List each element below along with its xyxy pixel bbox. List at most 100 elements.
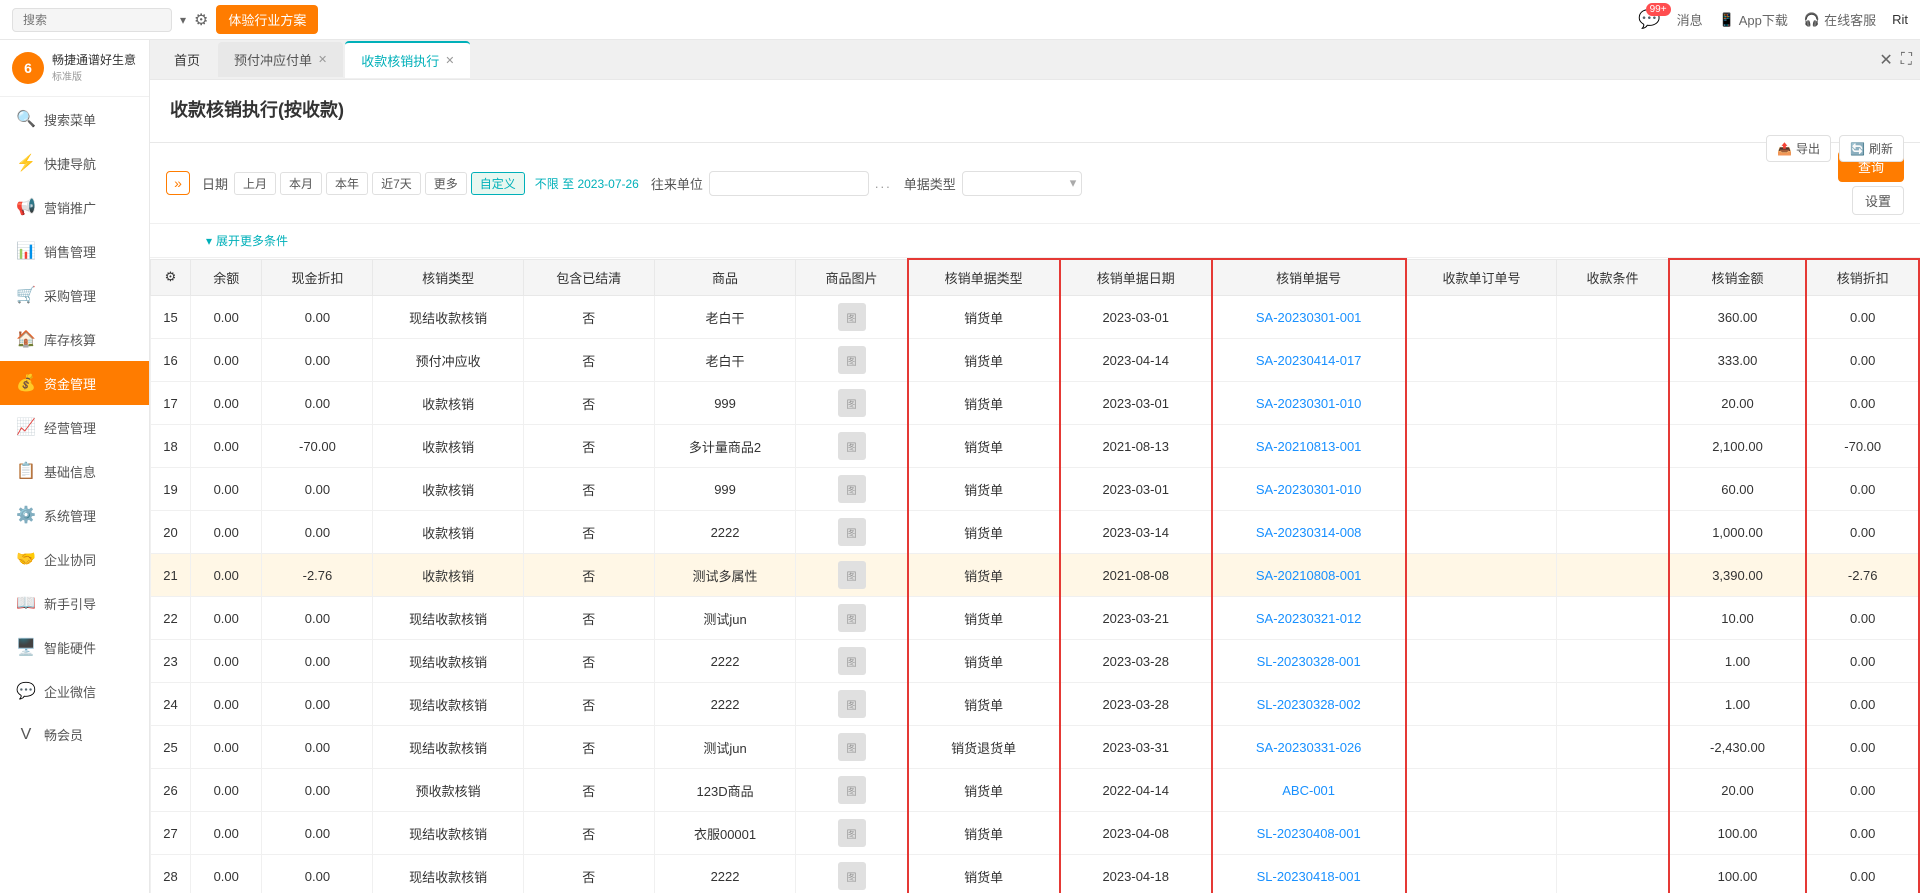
hardware-icon: 🖥️ (16, 637, 36, 657)
export-label: 导出 (1796, 140, 1820, 157)
bill-no-link[interactable]: SA-20230314-008 (1256, 525, 1362, 540)
tab-verify[interactable]: 收款核销执行 ✕ (345, 41, 470, 78)
cell-verify-bill-no[interactable]: SL-20230408-001 (1212, 812, 1406, 855)
cell-cash-discount: 0.00 (262, 683, 373, 726)
cell-cash-discount: 0.00 (262, 855, 373, 893)
bill-no-link[interactable]: SA-20230301-010 (1256, 482, 1362, 497)
voucher-type-filter-group: 单据类型 ▾ (904, 171, 1077, 196)
goods-image: 图 (838, 604, 866, 632)
tab-prepay[interactable]: 预付冲应付单 ✕ (218, 42, 343, 77)
cell-verify-bill-no[interactable]: SL-20230328-002 (1212, 683, 1406, 726)
custom-date-btn[interactable]: 自定义 (471, 172, 525, 195)
sidebar-item-purchase[interactable]: 🛒 采购管理 (0, 273, 149, 317)
cell-verify-bill-no[interactable]: SL-20230328-001 (1212, 640, 1406, 683)
search-input[interactable] (12, 8, 172, 32)
expand-more-button[interactable]: ▾ 展开更多条件 (206, 228, 1864, 253)
sidebar-item-system[interactable]: ⚙️ 系统管理 (0, 493, 149, 537)
cell-verify-bill-date: 2023-04-18 (1060, 855, 1212, 893)
bill-no-link[interactable]: SA-20230301-001 (1256, 310, 1362, 325)
settings-button[interactable]: 设置 (1852, 186, 1904, 215)
cell-goods: 2222 (654, 640, 796, 683)
sidebar-item-finance[interactable]: 💰 资金管理 (0, 361, 149, 405)
cell-include-settled: 否 (523, 769, 654, 812)
sidebar-item-wechat[interactable]: 💬 企业微信 (0, 669, 149, 713)
col-settings[interactable]: ⚙ (151, 259, 191, 296)
cell-verify-bill-no[interactable]: SA-20230321-012 (1212, 597, 1406, 640)
cell-verify-bill-no[interactable]: ABC-001 (1212, 769, 1406, 812)
cell-verify-bill-no[interactable]: SA-20230301-010 (1212, 468, 1406, 511)
cell-verify-discount: 0.00 (1806, 640, 1919, 683)
chevron-down-icon[interactable]: ▾ (180, 13, 186, 27)
cell-goods: 2222 (654, 511, 796, 554)
cell-goods-image: 图 (796, 339, 908, 382)
page-title: 收款核销执行(按收款) (170, 96, 1900, 122)
sidebar-item-vip[interactable]: V 畅会员 (0, 713, 149, 756)
sidebar-item-quicknav[interactable]: ⚡ 快捷导航 (0, 141, 149, 185)
cell-cash-discount: 0.00 (262, 382, 373, 425)
cell-verify-bill-no[interactable]: SA-20210808-001 (1212, 554, 1406, 597)
sidebar-item-guide[interactable]: 📖 新手引导 (0, 581, 149, 625)
bill-no-link[interactable]: SA-20210808-001 (1256, 568, 1362, 583)
bill-no-link[interactable]: ABC-001 (1282, 783, 1335, 798)
cell-verify-bill-no[interactable]: SA-20230331-026 (1212, 726, 1406, 769)
tab-home[interactable]: 首页 (158, 42, 216, 77)
sidebar-item-operation[interactable]: 📈 经营管理 (0, 405, 149, 449)
bill-no-link[interactable]: SA-20230331-026 (1256, 740, 1362, 755)
logo-sub: 标准版 (52, 68, 136, 83)
online-service-button[interactable]: 🎧 在线客服 (1804, 10, 1876, 29)
message-label[interactable]: 消息 (1677, 10, 1703, 29)
cell-verify-bill-no[interactable]: SA-20210813-001 (1212, 425, 1406, 468)
cell-verify-bill-no[interactable]: SA-20230314-008 (1212, 511, 1406, 554)
table-row: 27 0.00 0.00 现结收款核销 否 衣服00001 图 销货单 2023… (151, 812, 1920, 855)
bill-no-link[interactable]: SA-20230414-017 (1256, 353, 1362, 368)
refresh-button[interactable]: 🔄 刷新 (1839, 135, 1904, 162)
customer-filter-group: 往来单位 ... (651, 171, 892, 196)
bill-no-link[interactable]: SA-20230301-010 (1256, 396, 1362, 411)
tab-prepay-close[interactable]: ✕ (318, 53, 327, 66)
voucher-type-select[interactable] (962, 171, 1082, 196)
app-download-button[interactable]: 📱 App下载 (1719, 10, 1788, 29)
maximize-icon[interactable]: ⛶ (1901, 51, 1912, 69)
cell-verify-bill-no[interactable]: SA-20230414-017 (1212, 339, 1406, 382)
cell-no: 22 (151, 597, 191, 640)
cell-goods-image: 图 (796, 812, 908, 855)
last-month-btn[interactable]: 上月 (234, 172, 276, 195)
cell-verify-bill-no[interactable]: SA-20230301-010 (1212, 382, 1406, 425)
cell-receipt-condition (1557, 296, 1669, 339)
cell-verify-bill-no[interactable]: SA-20230301-001 (1212, 296, 1406, 339)
close-window-icon[interactable]: ✕ (1879, 50, 1892, 70)
this-year-btn[interactable]: 本年 (326, 172, 368, 195)
sidebar-item-sales[interactable]: 📊 销售管理 (0, 229, 149, 273)
content-area: 收款核销执行(按收款) 📤 导出 🔄 刷新 » 日期 (150, 80, 1920, 893)
sidebar-item-hardware[interactable]: 🖥️ 智能硬件 (0, 625, 149, 669)
bill-no-link[interactable]: SA-20230321-012 (1256, 611, 1362, 626)
filter-expand-button[interactable]: » (166, 171, 190, 195)
gear-icon[interactable]: ⚙ (194, 10, 208, 30)
cell-verify-bill-no[interactable]: SL-20230418-001 (1212, 855, 1406, 893)
customer-filter-input[interactable] (709, 171, 869, 196)
this-month-btn[interactable]: 本月 (280, 172, 322, 195)
sidebar-item-inventory[interactable]: 🏠 库存核算 (0, 317, 149, 361)
tab-verify-close[interactable]: ✕ (445, 54, 454, 67)
cell-verify-discount: 0.00 (1806, 855, 1919, 893)
bill-no-link[interactable]: SL-20230328-002 (1257, 697, 1361, 712)
table-row: 28 0.00 0.00 现结收款核销 否 2222 图 销货单 2023-04… (151, 855, 1920, 893)
sidebar-item-search[interactable]: 🔍 搜索菜单 (0, 97, 149, 141)
last-7days-btn[interactable]: 近7天 (372, 172, 421, 195)
sidebar-item-collab[interactable]: 🤝 企业协同 (0, 537, 149, 581)
top-bar-right: 💬 99+ 消息 📱 App下载 🎧 在线客服 Rit (1638, 9, 1908, 30)
cell-balance: 0.00 (191, 468, 262, 511)
tab-prepay-label: 预付冲应付单 (234, 50, 312, 69)
more-date-btn[interactable]: 更多 (425, 172, 467, 195)
sidebar-item-marketing[interactable]: 📢 营销推广 (0, 185, 149, 229)
export-button[interactable]: 📤 导出 (1766, 135, 1831, 162)
bill-no-link[interactable]: SL-20230418-001 (1257, 869, 1361, 884)
message-icon[interactable]: 💬 99+ (1638, 9, 1660, 30)
industry-button[interactable]: 体验行业方案 (216, 5, 318, 34)
sidebar-item-basic[interactable]: 📋 基础信息 (0, 449, 149, 493)
bill-no-link[interactable]: SL-20230328-001 (1257, 654, 1361, 669)
bill-no-link[interactable]: SA-20210813-001 (1256, 439, 1362, 454)
col-cash-discount: 现金折扣 (262, 259, 373, 296)
cell-receipt-condition (1557, 511, 1669, 554)
bill-no-link[interactable]: SL-20230408-001 (1257, 826, 1361, 841)
